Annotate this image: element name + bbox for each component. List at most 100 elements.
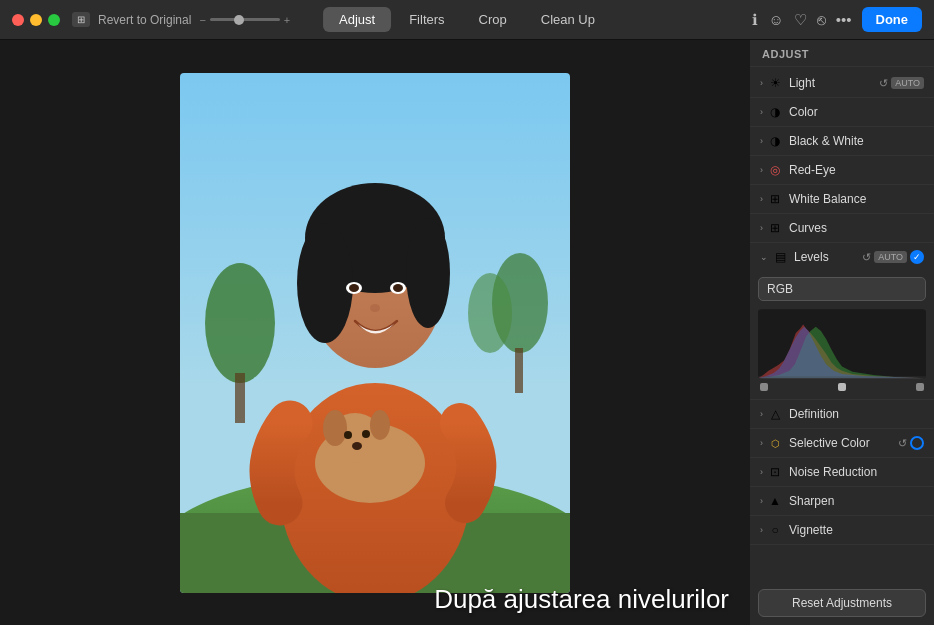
minimize-button[interactable] bbox=[30, 14, 42, 26]
auto-badge[interactable]: AUTO bbox=[891, 77, 924, 89]
nav-tabs: Adjust Filters Crop Clean Up bbox=[323, 7, 611, 32]
svg-point-24 bbox=[362, 430, 370, 438]
reset-levels-icon[interactable]: ↺ bbox=[862, 251, 871, 264]
reset-selective-icon[interactable]: ↺ bbox=[898, 437, 907, 450]
tab-adjust[interactable]: Adjust bbox=[323, 7, 391, 32]
levels-auto-badge[interactable]: AUTO bbox=[874, 251, 907, 263]
sharpen-label: Sharpen bbox=[789, 494, 924, 508]
info-button[interactable]: ℹ bbox=[752, 11, 758, 29]
levels-icon: ▤ bbox=[772, 249, 788, 265]
zoom-slider[interactable] bbox=[210, 18, 280, 21]
photo-container bbox=[180, 73, 570, 593]
svg-point-25 bbox=[352, 442, 362, 450]
svg-rect-4 bbox=[235, 373, 245, 423]
panel-header: ADJUST bbox=[750, 40, 934, 67]
svg-point-17 bbox=[393, 284, 403, 292]
titlebar-right: ℹ ☺ ♡ ⎋ ••• Done bbox=[752, 7, 922, 32]
levels-header[interactable]: ⌄ ▤ Levels ↺ AUTO ✓ bbox=[750, 243, 934, 271]
revert-button[interactable]: Revert to Original bbox=[98, 13, 191, 27]
selective-color-icon: ⬡ bbox=[767, 435, 783, 451]
photo-area: După ajustarea nivelurilor bbox=[0, 40, 749, 625]
levels-actions: ↺ AUTO ✓ bbox=[862, 250, 924, 264]
adjust-item-black-white[interactable]: › ◑ Black & White bbox=[750, 127, 934, 156]
adjust-item-noise-reduction[interactable]: › ⊡ Noise Reduction bbox=[750, 458, 934, 487]
svg-point-12 bbox=[297, 223, 353, 343]
titlebar: ⊞ Revert to Original − + Adjust Filters … bbox=[0, 0, 934, 40]
noise-reduction-icon: ⊡ bbox=[767, 464, 783, 480]
chevron-right-icon: › bbox=[760, 194, 763, 204]
red-eye-icon: ◎ bbox=[767, 162, 783, 178]
reset-icon[interactable]: ↺ bbox=[879, 77, 888, 90]
svg-point-21 bbox=[323, 410, 347, 446]
sharpen-icon: ▲ bbox=[767, 493, 783, 509]
histogram-sliders bbox=[758, 383, 926, 391]
selective-color-circle[interactable] bbox=[910, 436, 924, 450]
tab-cleanup[interactable]: Clean Up bbox=[525, 7, 611, 32]
hist-right-handle[interactable] bbox=[916, 383, 924, 391]
right-panel: ADJUST › ☀ Light ↺ AUTO › ◑ Color › bbox=[749, 40, 934, 625]
svg-point-3 bbox=[205, 263, 275, 383]
emoji-button[interactable]: ☺ bbox=[768, 11, 783, 28]
done-button[interactable]: Done bbox=[862, 7, 923, 32]
adjust-item-definition[interactable]: › △ Definition bbox=[750, 400, 934, 429]
adjust-item-sharpen[interactable]: › ▲ Sharpen bbox=[750, 487, 934, 516]
adjust-item-curves[interactable]: › ⊞ Curves bbox=[750, 214, 934, 243]
adjust-item-vignette[interactable]: › ○ Vignette bbox=[750, 516, 934, 545]
more-button[interactable]: ••• bbox=[836, 11, 852, 28]
layout-toggle[interactable]: ⊞ bbox=[72, 12, 90, 27]
photo-image bbox=[180, 73, 570, 593]
adjust-item-color[interactable]: › ◑ Color bbox=[750, 98, 934, 127]
adjust-item-white-balance[interactable]: › ⊞ White Balance bbox=[750, 185, 934, 214]
vignette-label: Vignette bbox=[789, 523, 924, 537]
main-content: După ajustarea nivelurilor ADJUST › ☀ Li… bbox=[0, 40, 934, 625]
histogram-svg bbox=[758, 309, 926, 379]
white-balance-icon: ⊞ bbox=[767, 191, 783, 207]
zoom-thumb[interactable] bbox=[234, 15, 244, 25]
curves-label: Curves bbox=[789, 221, 924, 235]
zoom-control: − + bbox=[199, 14, 290, 26]
definition-label: Definition bbox=[789, 407, 924, 421]
svg-point-7 bbox=[468, 273, 512, 353]
svg-point-13 bbox=[406, 218, 450, 328]
tab-crop[interactable]: Crop bbox=[463, 7, 523, 32]
chevron-right-icon: › bbox=[760, 496, 763, 506]
hist-mid-handle[interactable] bbox=[838, 383, 846, 391]
curves-icon: ⊞ bbox=[767, 220, 783, 236]
color-icon: ◑ bbox=[767, 104, 783, 120]
adjust-item-red-eye[interactable]: › ◎ Red-Eye bbox=[750, 156, 934, 185]
zoom-minus-icon: − bbox=[199, 14, 205, 26]
rgb-select[interactable]: RGB Red Green Blue Luminance bbox=[758, 277, 926, 301]
adjust-item-selective-color[interactable]: › ⬡ Selective Color ↺ bbox=[750, 429, 934, 458]
chevron-right-icon: › bbox=[760, 409, 763, 419]
heart-button[interactable]: ♡ bbox=[794, 11, 807, 29]
tab-filters[interactable]: Filters bbox=[393, 7, 460, 32]
levels-label: Levels bbox=[794, 250, 862, 264]
chevron-right-icon: › bbox=[760, 525, 763, 535]
hist-left-handle[interactable] bbox=[760, 383, 768, 391]
levels-check[interactable]: ✓ bbox=[910, 250, 924, 264]
red-eye-label: Red-Eye bbox=[789, 163, 924, 177]
selective-color-label: Selective Color bbox=[789, 436, 898, 450]
levels-section: ⌄ ▤ Levels ↺ AUTO ✓ RGB Red Green Blue bbox=[750, 243, 934, 400]
maximize-button[interactable] bbox=[48, 14, 60, 26]
color-label: Color bbox=[789, 105, 924, 119]
white-balance-label: White Balance bbox=[789, 192, 924, 206]
share-button[interactable]: ⎋ bbox=[817, 11, 826, 28]
reset-adjustments-button[interactable]: Reset Adjustments bbox=[758, 589, 926, 617]
light-actions: ↺ AUTO bbox=[879, 77, 924, 90]
adjust-item-light[interactable]: › ☀ Light ↺ AUTO bbox=[750, 69, 934, 98]
chevron-right-icon: › bbox=[760, 78, 763, 88]
svg-point-18 bbox=[370, 304, 380, 312]
black-white-icon: ◑ bbox=[767, 133, 783, 149]
zoom-plus-icon: + bbox=[284, 14, 290, 26]
close-button[interactable] bbox=[12, 14, 24, 26]
histogram bbox=[758, 309, 926, 379]
light-label: Light bbox=[789, 76, 879, 90]
chevron-down-icon: ⌄ bbox=[760, 252, 768, 262]
chevron-right-icon: › bbox=[760, 467, 763, 477]
chevron-right-icon: › bbox=[760, 438, 763, 448]
svg-rect-6 bbox=[515, 348, 523, 393]
light-icon: ☀ bbox=[767, 75, 783, 91]
photo-caption: După ajustarea nivelurilor bbox=[434, 584, 729, 615]
selective-color-actions: ↺ bbox=[898, 436, 924, 450]
